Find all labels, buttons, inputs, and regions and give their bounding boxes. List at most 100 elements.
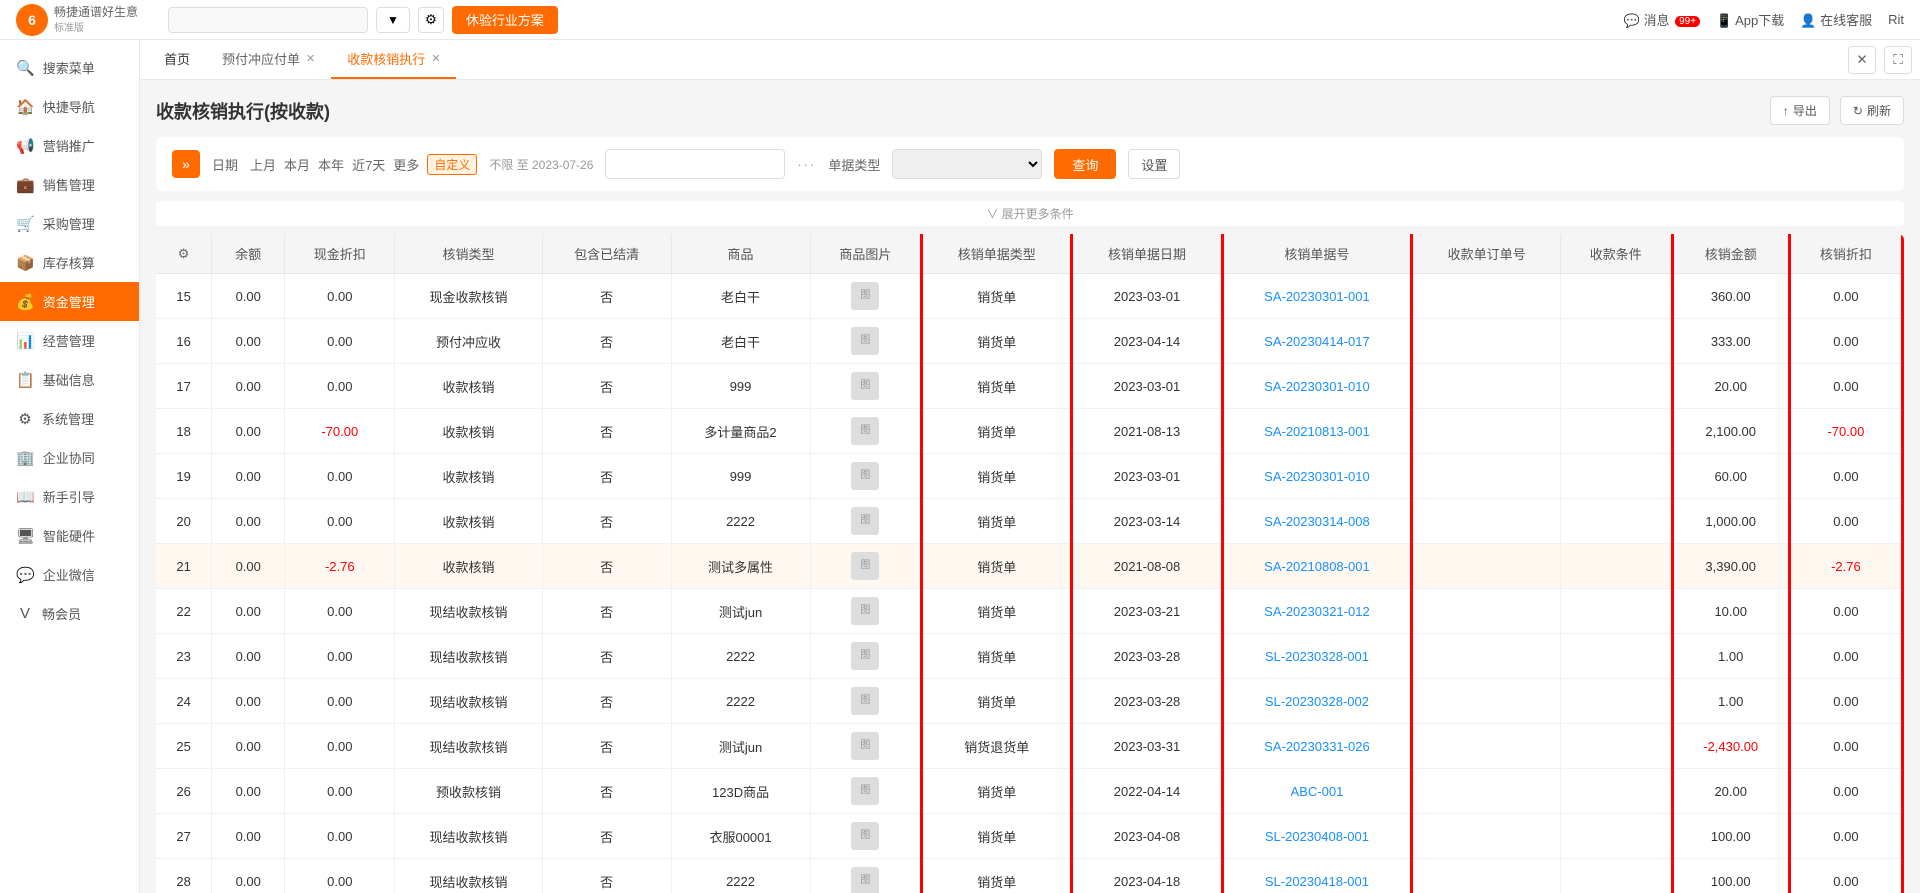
verify-bill-no-link[interactable]: SA-20210808-001 xyxy=(1264,559,1370,574)
td-include-cleared: 否 xyxy=(542,499,671,544)
td-verify-bill-date: 2023-03-14 xyxy=(1072,499,1222,544)
logo-text: 畅捷通谱好生意 xyxy=(54,5,138,19)
verify-bill-no-link[interactable]: SL-20230328-001 xyxy=(1265,649,1369,664)
messages-icon[interactable]: 💬 消息 99+ xyxy=(1624,10,1700,29)
sidebar-item-smart-hw[interactable]: 🖥 智能硬件 xyxy=(0,516,139,555)
td-receipt-order-no xyxy=(1412,319,1561,364)
last-month-link[interactable]: 上月 xyxy=(250,155,276,174)
search-input[interactable] xyxy=(168,7,368,33)
verify-bill-no-link[interactable]: SA-20230321-012 xyxy=(1264,604,1370,619)
dropdown-button[interactable]: ▼ xyxy=(376,7,410,33)
sidebar-item-finance[interactable]: 💰 资金管理 xyxy=(0,282,139,321)
verify-bill-no-link[interactable]: SL-20230328-002 xyxy=(1265,694,1369,709)
search-icon: 🔍 xyxy=(16,59,35,77)
wechat-icon: 💬 xyxy=(16,566,35,584)
verify-bill-no-link[interactable]: SL-20230408-001 xyxy=(1265,829,1369,844)
filter-toggle-button[interactable]: » xyxy=(172,150,200,178)
tab-collection[interactable]: 收款核销执行 ✕ xyxy=(331,40,456,79)
sidebar-item-vip[interactable]: V 畅会员 xyxy=(0,594,139,633)
verify-bill-no-link[interactable]: SA-20230331-026 xyxy=(1264,739,1370,754)
verify-bill-no-link[interactable]: SA-20230414-017 xyxy=(1264,334,1370,349)
expand-conditions-bar[interactable]: ∨ 展开更多条件 xyxy=(156,201,1904,226)
td-verify-bill-date: 2023-04-18 xyxy=(1072,859,1222,893)
sidebar-item-enterprise[interactable]: 🏢 企业协同 xyxy=(0,438,139,477)
tab-maximize-button[interactable]: ⛶ xyxy=(1884,46,1912,74)
sidebar-item-inventory[interactable]: 📦 库存核算 xyxy=(0,243,139,282)
last7days-link[interactable]: 近7天 xyxy=(352,155,385,174)
td-receipt-order-no xyxy=(1412,409,1561,454)
td-cash-discount: 0.00 xyxy=(285,319,395,364)
td-receipt-order-no xyxy=(1412,589,1561,634)
td-verify-bill-date: 2023-03-01 xyxy=(1072,274,1222,319)
sidebar-item-search-menu[interactable]: 🔍 搜索菜单 xyxy=(0,48,139,87)
tab-collection-close[interactable]: ✕ xyxy=(431,52,440,65)
custom-link[interactable]: 自定义 xyxy=(427,154,477,175)
verify-bill-no-link[interactable]: SA-20230301-010 xyxy=(1264,379,1370,394)
settings-button[interactable]: ⚙ xyxy=(418,7,444,33)
td-verify-bill-date: 2021-08-08 xyxy=(1072,544,1222,589)
td-product-image: 图 xyxy=(810,589,922,634)
counterparty-input[interactable] xyxy=(605,149,785,179)
td-cash-discount: -2.76 xyxy=(285,544,395,589)
td-verify-bill-date: 2022-04-14 xyxy=(1072,769,1222,814)
online-service-link[interactable]: 👤 在线客服 xyxy=(1800,10,1872,29)
verify-bill-no-link[interactable]: ABC-001 xyxy=(1291,784,1344,799)
sidebar-item-guide[interactable]: 📖 新手引导 xyxy=(0,477,139,516)
this-month-link[interactable]: 本月 xyxy=(284,155,310,174)
td-product: 测试jun xyxy=(671,589,810,634)
column-settings-icon[interactable]: ⚙ xyxy=(178,246,190,261)
verify-bill-no-link[interactable]: SA-20230301-010 xyxy=(1264,469,1370,484)
td-receipt-order-no xyxy=(1412,364,1561,409)
td-verify-bill-type: 销货单 xyxy=(922,814,1072,859)
inventory-icon: 📦 xyxy=(16,254,35,272)
this-year-link[interactable]: 本年 xyxy=(318,155,344,174)
verify-bill-no-link[interactable]: SA-20230314-008 xyxy=(1264,514,1370,529)
tab-home[interactable]: 首页 xyxy=(148,40,206,79)
verify-bill-no-link[interactable]: SA-20230301-001 xyxy=(1264,289,1370,304)
td-verify-discount: 0.00 xyxy=(1789,319,1902,364)
th-product: 商品 xyxy=(671,234,810,274)
top-bar-right: 💬 消息 99+ 📱 App下载 👤 在线客服 Rit xyxy=(1624,10,1904,29)
td-cash-discount: -70.00 xyxy=(285,409,395,454)
tab-close-all-button[interactable]: ✕ xyxy=(1848,46,1876,74)
verify-bill-no-link[interactable]: SL-20230418-001 xyxy=(1265,874,1369,889)
td-receipt-condition xyxy=(1561,724,1673,769)
td-row-num: 17 xyxy=(156,364,212,409)
sidebar-item-basic-info[interactable]: 📋 基础信息 xyxy=(0,360,139,399)
app-download-link[interactable]: 📱 App下载 xyxy=(1716,10,1784,29)
td-product: 2222 xyxy=(671,634,810,679)
sidebar-item-wechat[interactable]: 💬 企业微信 xyxy=(0,555,139,594)
query-button[interactable]: 查询 xyxy=(1054,149,1116,179)
sidebar-item-quick-nav[interactable]: 🏠 快捷导航 xyxy=(0,87,139,126)
export-button[interactable]: ↑ 导出 xyxy=(1770,96,1830,125)
td-verify-bill-no: SA-20230414-017 xyxy=(1222,319,1412,364)
refresh-button[interactable]: ↻ 刷新 xyxy=(1840,96,1904,125)
td-receipt-condition xyxy=(1561,589,1673,634)
order-type-select[interactable] xyxy=(892,149,1042,179)
more-link[interactable]: 更多 xyxy=(393,155,419,174)
td-row-num: 19 xyxy=(156,454,212,499)
td-verify-bill-date: 2023-04-14 xyxy=(1072,319,1222,364)
td-verify-bill-type: 销货单 xyxy=(922,589,1072,634)
sidebar-item-marketing[interactable]: 📢 营销推广 xyxy=(0,126,139,165)
th-settings[interactable]: ⚙ xyxy=(156,234,212,274)
sidebar-item-purchase[interactable]: 🛒 采购管理 xyxy=(0,204,139,243)
user-name[interactable]: Rit xyxy=(1888,12,1904,27)
sidebar-item-sales[interactable]: 💼 销售管理 xyxy=(0,165,139,204)
setting-button[interactable]: 设置 xyxy=(1128,149,1180,179)
td-balance: 0.00 xyxy=(212,364,285,409)
verify-bill-no-link[interactable]: SA-20210813-001 xyxy=(1264,424,1370,439)
sidebar-item-system[interactable]: ⚙ 系统管理 xyxy=(0,399,139,438)
td-include-cleared: 否 xyxy=(542,859,671,893)
th-verify-bill-date: 核销单据日期 xyxy=(1072,234,1222,274)
td-cash-discount: 0.00 xyxy=(285,634,395,679)
industry-solution-button[interactable]: 休验行业方案 xyxy=(452,6,558,34)
td-balance: 0.00 xyxy=(212,724,285,769)
tab-prepay-close[interactable]: ✕ xyxy=(306,52,315,65)
td-verify-amount: 100.00 xyxy=(1672,859,1789,893)
table-row: 26 0.00 0.00 预收款核销 否 123D商品 图 销货单 2022-0… xyxy=(156,769,1903,814)
page-header: 收款核销执行(按收款) ↑ 导出 ↻ 刷新 xyxy=(156,96,1904,125)
td-verify-type: 现金收款核销 xyxy=(395,274,542,319)
tab-prepay[interactable]: 预付冲应付单 ✕ xyxy=(206,40,331,79)
sidebar-item-operation[interactable]: 📊 经营管理 xyxy=(0,321,139,360)
